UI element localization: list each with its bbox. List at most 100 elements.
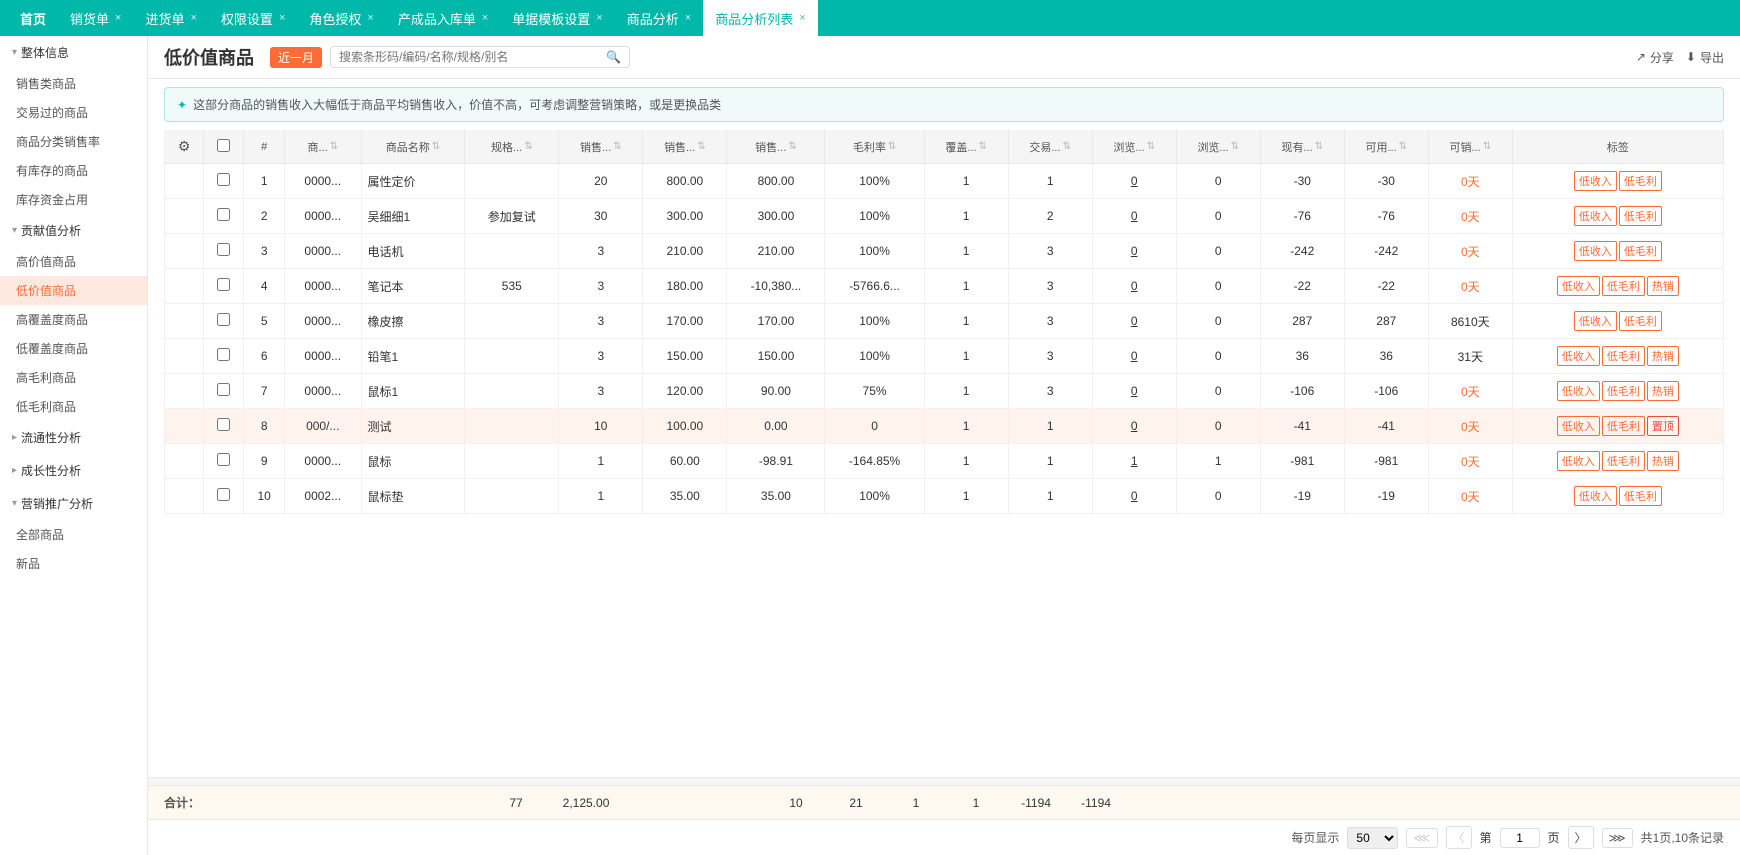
select-all-checkbox[interactable] [217, 139, 230, 152]
settings-icon[interactable]: ⚙ [178, 138, 191, 154]
export-button[interactable]: ⬇ 导出 [1686, 49, 1724, 66]
sidebar-item-sales-goods[interactable]: 销售类商品 [0, 69, 147, 98]
last-page-btn[interactable]: ⋙ [1602, 828, 1633, 848]
views1-link[interactable]: 0 [1131, 349, 1138, 363]
col-sales-qty[interactable]: 销售...⇅ [559, 130, 643, 164]
sidebar-item-stock-capital[interactable]: 库存资金占用 [0, 185, 147, 214]
views1-link[interactable]: 0 [1131, 244, 1138, 258]
cell-checkbox[interactable] [204, 164, 244, 199]
sidebar-item-new-goods[interactable]: 新品 [0, 549, 147, 578]
row-checkbox-6[interactable] [217, 383, 230, 396]
cell-views1[interactable]: 0 [1092, 164, 1176, 199]
sidebar-group-marketing-title[interactable]: ▾ 营销推广分析 [0, 487, 147, 520]
nav-template-settings-close[interactable]: × [596, 12, 602, 24]
nav-permission-close[interactable]: × [279, 12, 285, 24]
col-available-stock[interactable]: 可用...⇅ [1344, 130, 1428, 164]
views1-link[interactable]: 0 [1131, 209, 1138, 223]
sidebar-item-all-goods[interactable]: 全部商品 [0, 520, 147, 549]
cell-views1[interactable]: 0 [1092, 374, 1176, 409]
prev-page-btn[interactable]: 〈 [1446, 826, 1472, 849]
cell-views1[interactable]: 0 [1092, 269, 1176, 304]
sidebar-item-low-coverage[interactable]: 低覆盖度商品 [0, 334, 147, 363]
col-code[interactable]: 商...⇅ [284, 130, 361, 164]
col-name[interactable]: 商品名称⇅ [361, 130, 465, 164]
table-scroll-bar[interactable] [148, 777, 1740, 785]
first-page-btn[interactable]: ⋘ [1406, 828, 1437, 848]
cell-checkbox[interactable] [204, 409, 244, 444]
col-current-stock[interactable]: 现有...⇅ [1260, 130, 1344, 164]
col-coverage[interactable]: 覆盖...⇅ [924, 130, 1008, 164]
nav-template-settings[interactable]: 单据模板设置 × [500, 0, 614, 36]
row-checkbox-8[interactable] [217, 453, 230, 466]
search-input[interactable] [339, 50, 606, 64]
time-filter-btn[interactable]: 近一月 [270, 47, 322, 68]
row-checkbox-1[interactable] [217, 208, 230, 221]
views1-link[interactable]: 0 [1131, 279, 1138, 293]
cell-views1[interactable]: 0 [1092, 409, 1176, 444]
col-gear[interactable]: ⚙ [165, 130, 204, 164]
views1-link[interactable]: 0 [1131, 174, 1138, 188]
views1-link[interactable]: 1 [1131, 454, 1138, 468]
views1-link[interactable]: 0 [1131, 314, 1138, 328]
nav-product-inbound-close[interactable]: × [482, 12, 488, 24]
row-checkbox-5[interactable] [217, 348, 230, 361]
col-saleable-stock[interactable]: 可销...⇅ [1428, 130, 1512, 164]
row-checkbox-9[interactable] [217, 488, 230, 501]
cell-checkbox[interactable] [204, 479, 244, 514]
sidebar-group-flow-title[interactable]: ▸ 流通性分析 [0, 421, 147, 454]
cell-checkbox[interactable] [204, 234, 244, 269]
sidebar-group-overall-title[interactable]: ▾ 整体信息 [0, 36, 147, 69]
nav-sales-order[interactable]: 销货单 × [58, 0, 133, 36]
nav-role-auth[interactable]: 角色授权 × [297, 0, 385, 36]
cell-views1[interactable]: 0 [1092, 339, 1176, 374]
cell-views1[interactable]: 0 [1092, 304, 1176, 339]
search-icon[interactable]: 🔍 [606, 50, 621, 64]
cell-views1[interactable]: 0 [1092, 234, 1176, 269]
sidebar-item-low-value[interactable]: 低价值商品 [0, 276, 147, 305]
sidebar-item-high-value[interactable]: 高价值商品 [0, 247, 147, 276]
cell-views1[interactable]: 0 [1092, 199, 1176, 234]
col-sales-cost[interactable]: 销售...⇅ [727, 130, 825, 164]
nav-product-inbound[interactable]: 产成品入库单 × [386, 0, 500, 36]
col-views1[interactable]: 浏览...⇅ [1092, 130, 1176, 164]
share-button[interactable]: ↗ 分享 [1636, 49, 1674, 66]
col-transactions[interactable]: 交易...⇅ [1008, 130, 1092, 164]
nav-sales-order-close[interactable]: × [115, 12, 121, 24]
cell-checkbox[interactable] [204, 269, 244, 304]
cell-views1[interactable]: 1 [1092, 444, 1176, 479]
nav-product-analysis-list[interactable]: 商品分析列表 × [703, 0, 817, 36]
row-checkbox-4[interactable] [217, 313, 230, 326]
nav-purchase-order-close[interactable]: × [190, 12, 196, 24]
col-gross-margin[interactable]: 毛利率⇅ [825, 130, 924, 164]
next-page-btn[interactable]: 〉 [1568, 826, 1594, 849]
row-checkbox-0[interactable] [217, 173, 230, 186]
cell-checkbox[interactable] [204, 304, 244, 339]
row-checkbox-7[interactable] [217, 418, 230, 431]
sidebar-group-growth-title[interactable]: ▸ 成长性分析 [0, 454, 147, 487]
cell-checkbox[interactable] [204, 444, 244, 479]
sidebar-item-high-coverage[interactable]: 高覆盖度商品 [0, 305, 147, 334]
col-views2[interactable]: 浏览...⇅ [1176, 130, 1260, 164]
cell-checkbox[interactable] [204, 199, 244, 234]
sidebar-item-high-margin[interactable]: 高毛利商品 [0, 363, 147, 392]
sidebar-item-traded-goods[interactable]: 交易过的商品 [0, 98, 147, 127]
nav-permission[interactable]: 权限设置 × [209, 0, 297, 36]
nav-product-analysis-list-close[interactable]: × [799, 12, 805, 24]
col-sales-amount[interactable]: 销售...⇅ [643, 130, 727, 164]
page-size-select[interactable]: 50 20 100 [1347, 827, 1398, 849]
row-checkbox-2[interactable] [217, 243, 230, 256]
nav-role-auth-close[interactable]: × [367, 12, 373, 24]
cell-checkbox[interactable] [204, 374, 244, 409]
current-page-input[interactable] [1500, 828, 1540, 848]
cell-checkbox[interactable] [204, 339, 244, 374]
col-spec[interactable]: 规格...⇅ [465, 130, 559, 164]
sidebar-group-contribution-title[interactable]: ▾ 贡献值分析 [0, 214, 147, 247]
nav-product-analysis-close[interactable]: × [685, 12, 691, 24]
col-checkbox[interactable] [204, 130, 244, 164]
row-checkbox-3[interactable] [217, 278, 230, 291]
nav-product-analysis[interactable]: 商品分析 × [615, 0, 703, 36]
views1-link[interactable]: 0 [1131, 489, 1138, 503]
views1-link[interactable]: 0 [1131, 384, 1138, 398]
cell-views1[interactable]: 0 [1092, 479, 1176, 514]
sidebar-item-category-rate[interactable]: 商品分类销售率 [0, 127, 147, 156]
